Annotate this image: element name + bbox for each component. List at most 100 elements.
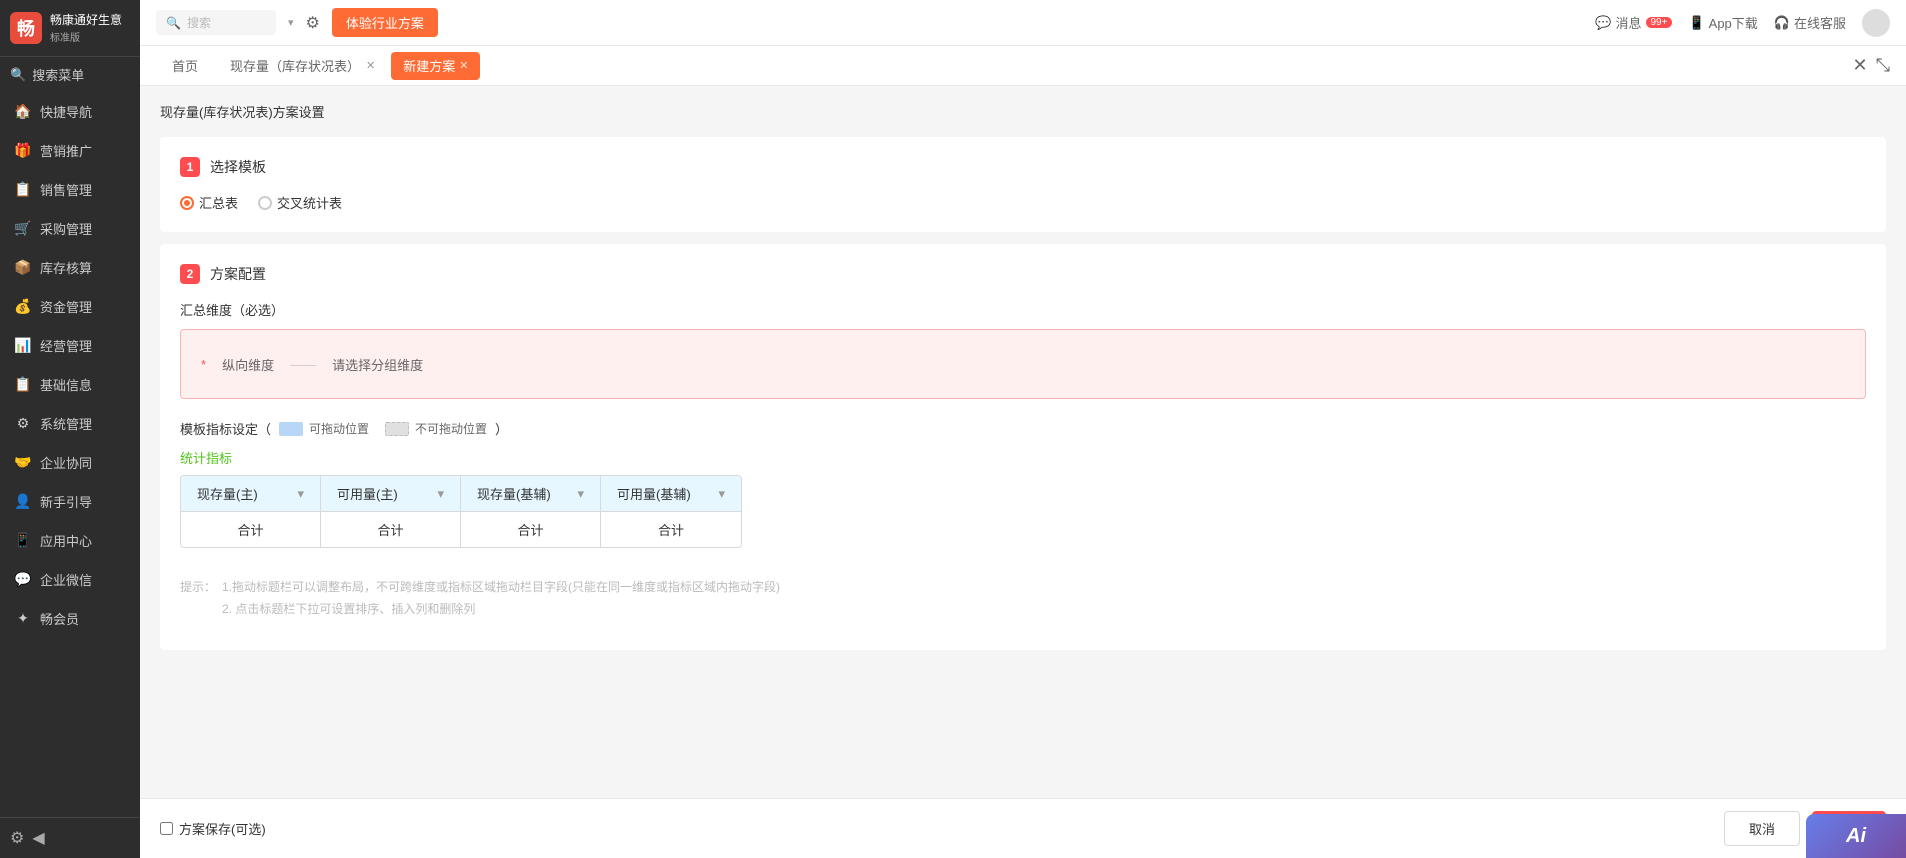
indicator-legend: 可拖动位置 不可拖动位置 [279,420,487,437]
topbar-search[interactable]: 🔍 搜索 [156,10,276,35]
tab-inventory-status[interactable]: 现存量（库存状况表） ✕ [214,46,391,86]
customer-service-label: 在线客服 [1794,13,1846,32]
radio-summary[interactable]: 汇总表 [180,193,238,212]
tip-text-1: 1.拖动标题栏可以调整布局，不可跨维度或指标区域拖动栏目字段(只能在同一维度或指… [222,577,780,599]
sidebar-item-quick-nav[interactable]: 🏠 快捷导航 [0,92,140,131]
section1-title: 选择模板 [210,157,266,177]
section2-number: 2 [180,264,200,284]
footer: 方案保存(可选) 取消 查询 [140,798,1906,858]
indicator-settings-label: 模板指标设定（ 可拖动位置 不可拖动位置 ） [180,419,1866,438]
dimension-box[interactable]: * 纵向维度 —— 请选择分组维度 [180,329,1866,399]
stats-header-dropdown-1[interactable]: ▾ [437,486,444,502]
marketing-icon: 🎁 [14,142,32,159]
close-panel-button[interactable]: ✕ [1853,55,1868,76]
topbar-search-icon: 🔍 [166,16,181,30]
stats-header-cell-3[interactable]: 可用量(基辅) ▾ [601,476,741,511]
app-download-action[interactable]: 📱 App下载 [1688,13,1757,32]
stats-header-cell-1[interactable]: 可用量(主) ▾ [321,476,461,511]
stats-header-cell-0[interactable]: 现存量(主) ▾ [181,476,321,511]
customer-service-icon: 🎧 [1774,15,1790,31]
radio-cross[interactable]: 交叉统计表 [258,193,342,212]
message-action[interactable]: 💬 消息 99+ [1595,13,1672,32]
sidebar-item-finance[interactable]: 💰 资金管理 [0,287,140,326]
stats-table-body-row: 合计 合计 合计 合计 [181,511,741,547]
dimension-label: 汇总维度（必选） [180,300,1866,319]
sidebar-item-label: 应用中心 [40,531,92,550]
stats-header-dropdown-2[interactable]: ▾ [577,486,584,502]
cooperate-icon: 🤝 [14,454,32,471]
tab-new-plan-label: 新建方案 [403,56,455,75]
tip-text-2: 2. 点击标题栏下拉可设置排序、插入列和删除列 [222,599,475,621]
sidebar-item-cooperate[interactable]: 🤝 企业协同 [0,443,140,482]
indicator-settings: 模板指标设定（ 可拖动位置 不可拖动位置 ） 统计指标 [180,419,1866,630]
page-title: 现存量(库存状况表)方案设置 [160,102,1886,121]
save-checkbox[interactable] [160,822,173,835]
tab-home-label: 首页 [172,56,198,75]
sidebar-item-member[interactable]: ✦ 畅会员 [0,599,140,638]
radio-summary-circle [180,196,194,210]
dimension-required: * [201,357,206,372]
topbar-dropdown-icon[interactable]: ▾ [288,16,294,29]
stats-body-cell-2: 合计 [461,511,601,547]
finance-icon: 💰 [14,298,32,315]
app-center-icon: 📱 [14,532,32,549]
topbar-settings-icon[interactable]: ⚙ [306,13,320,33]
sidebar-search[interactable]: 🔍 搜索菜单 [0,57,140,92]
cancel-button[interactable]: 取消 [1724,811,1800,846]
topbar-actions: 💬 消息 99+ 📱 App下载 🎧 在线客服 [1595,9,1890,37]
logo-icon: 畅 [10,12,42,44]
tab-new-plan[interactable]: 新建方案 ✕ [391,52,480,80]
section2-title: 方案配置 [210,264,266,284]
sales-icon: 📋 [14,181,32,198]
expand-panel-button[interactable]: ⤡ [1876,55,1890,76]
message-label: 消息 [1615,13,1641,32]
stats-header-label-2: 现存量(基辅) [477,484,571,503]
stats-header-cell-2[interactable]: 现存量(基辅) ▾ [461,476,601,511]
sidebar-item-label: 采购管理 [40,219,92,238]
sidebar-item-wechat[interactable]: 💬 企业微信 [0,560,140,599]
tab-new-plan-close[interactable]: ✕ [459,59,468,72]
stats-header-dropdown-3[interactable]: ▾ [718,486,725,502]
stats-header-dropdown-0[interactable]: ▾ [297,486,304,502]
tip-line-2: 提示： 2. 点击标题栏下拉可设置排序、插入列和删除列 [180,599,1866,621]
sidebar-item-purchase[interactable]: 🛒 采购管理 [0,209,140,248]
tab-inventory-close[interactable]: ✕ [366,59,375,72]
settings-button[interactable]: ⚙ [10,828,24,848]
message-badge: 99+ [1646,17,1673,28]
sidebar: 畅 畅康通好生意 标准版 🔍 搜索菜单 🏠 快捷导航 🎁 营销推广 📋 销售管理… [0,0,140,858]
indicator-label-prefix: 模板指标设定（ [180,419,271,438]
sidebar-item-system[interactable]: ⚙ 系统管理 [0,404,140,443]
customer-service-action[interactable]: 🎧 在线客服 [1774,13,1846,32]
legend-non-draggable-box [385,422,409,436]
sidebar-item-label: 畅会员 [40,609,79,628]
user-avatar[interactable] [1862,9,1890,37]
radio-cross-label: 交叉统计表 [277,193,342,212]
stats-body-cell-3: 合计 [601,511,741,547]
stats-body-cell-1: 合计 [321,511,461,547]
logo-text: 畅康通好生意 [50,12,122,29]
purchase-icon: 🛒 [14,220,32,237]
main-area: 🔍 搜索 ▾ ⚙ 体验行业方案 💬 消息 99+ 📱 App下载 🎧 在线客服 [140,0,1906,858]
save-label: 方案保存(可选) [179,819,266,838]
system-icon: ⚙ [14,415,32,432]
sidebar-item-label: 企业微信 [40,570,92,589]
sidebar-item-app-center[interactable]: 📱 应用中心 [0,521,140,560]
tab-home[interactable]: 首页 [156,46,214,86]
ai-badge[interactable]: Ai [1806,814,1906,858]
logo-sub: 标准版 [50,29,122,44]
section2-header: 2 方案配置 [180,264,1866,284]
sidebar-item-management[interactable]: 📊 经营管理 [0,326,140,365]
sidebar-item-inventory[interactable]: 📦 库存核算 [0,248,140,287]
sidebar-item-marketing[interactable]: 🎁 营销推广 [0,131,140,170]
collapse-button[interactable]: ◀ [32,828,44,848]
sidebar-item-newbie[interactable]: 👤 新手引导 [0,482,140,521]
sidebar-item-sales[interactable]: 📋 销售管理 [0,170,140,209]
message-icon: 💬 [1595,15,1611,31]
sidebar-item-label: 快捷导航 [40,102,92,121]
sidebar-item-label: 系统管理 [40,414,92,433]
section-choose-template: 1 选择模板 汇总表 交叉统计表 [160,137,1886,232]
trial-button[interactable]: 体验行业方案 [332,8,438,37]
sidebar-item-label: 销售管理 [40,180,92,199]
sidebar-item-basic-info[interactable]: 📋 基础信息 [0,365,140,404]
sidebar-item-label: 经营管理 [40,336,92,355]
